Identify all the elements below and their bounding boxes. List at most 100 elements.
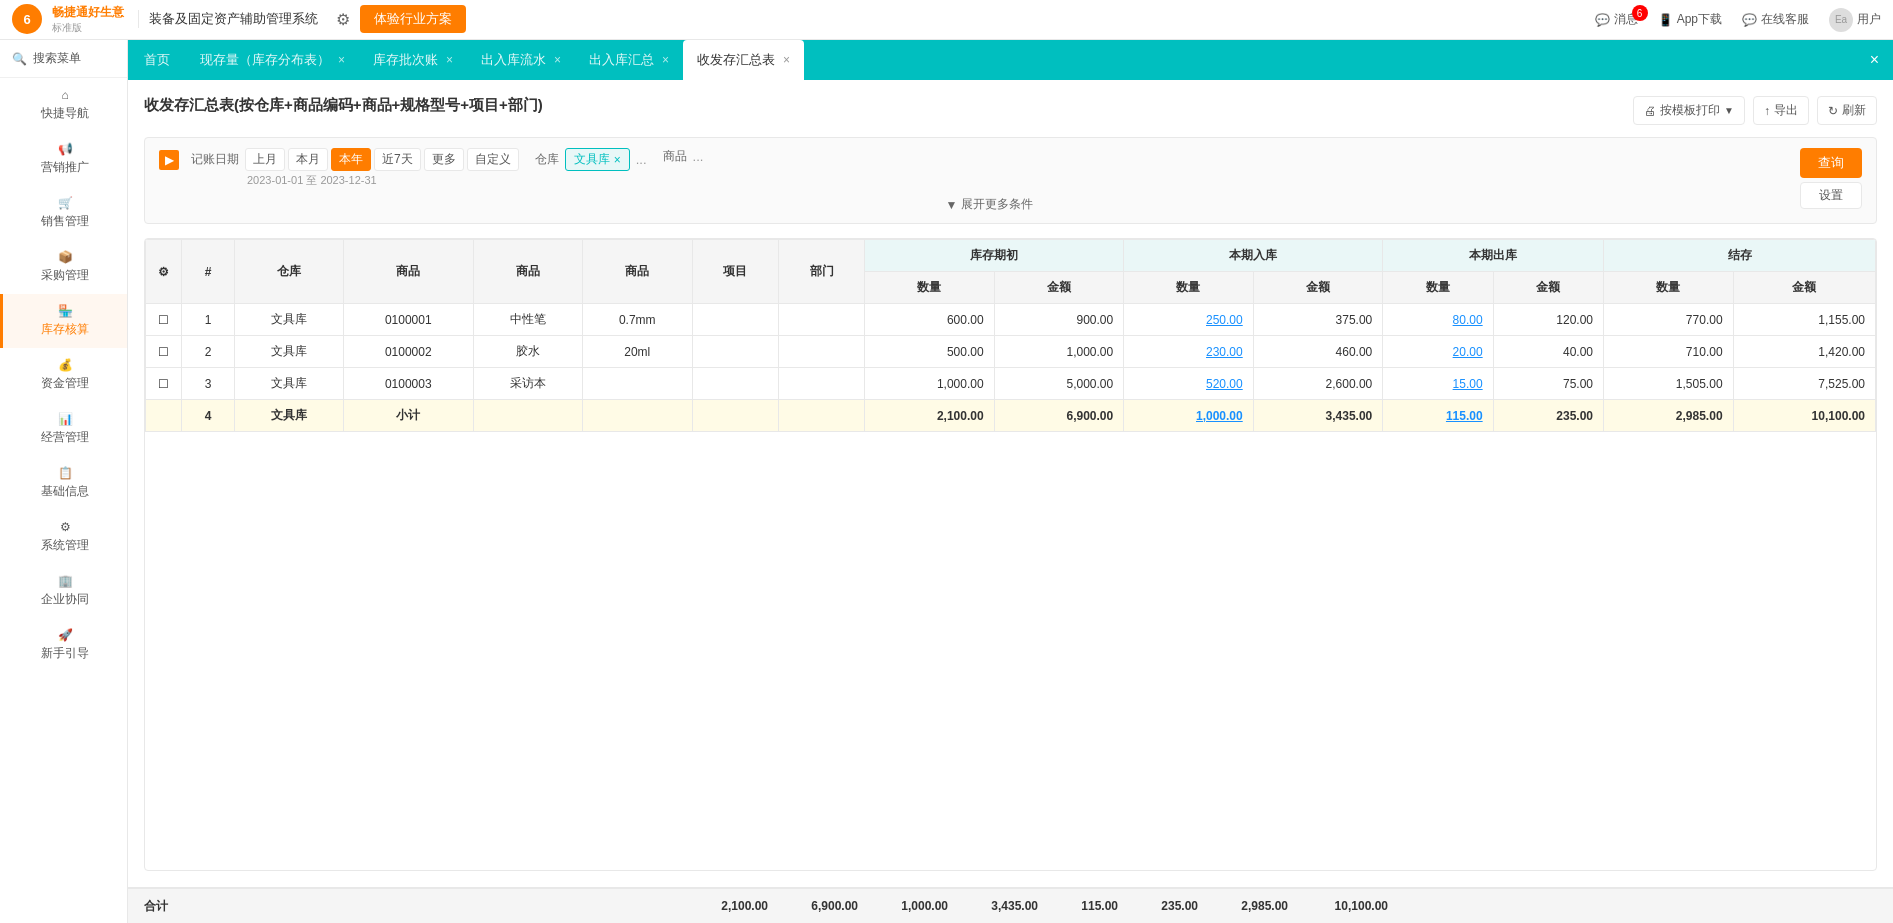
row1-dept — [779, 304, 865, 336]
sidebar-item-enterprise[interactable]: 🏢 企业协同 — [0, 564, 127, 618]
sidebar-item-finance[interactable]: 💰 资金管理 — [0, 348, 127, 402]
date-btn-last-month[interactable]: 上月 — [245, 148, 285, 171]
subtotal-out-amt: 235.00 — [1493, 400, 1603, 432]
table-row: ☐ 3 文具库 0100003 采访本 1,000.00 5,000.00 52… — [146, 368, 1876, 400]
col-settings[interactable]: ⚙ — [146, 240, 182, 304]
tab-receive-send-close[interactable]: × — [783, 53, 790, 67]
sidebar-item-sales[interactable]: 🛒 销售管理 — [0, 186, 127, 240]
row3-opening-amt: 5,000.00 — [994, 368, 1124, 400]
date-btn-this-year[interactable]: 本年 — [331, 148, 371, 171]
date-btn-this-month[interactable]: 本月 — [288, 148, 328, 171]
subtotal-empty1 — [473, 400, 582, 432]
print-button[interactable]: 🖨 按模板打印 ▼ — [1633, 96, 1745, 125]
trial-button[interactable]: 体验行业方案 — [360, 5, 466, 33]
sidebar-item-basic[interactable]: 📋 基础信息 — [0, 456, 127, 510]
row2-dept — [779, 336, 865, 368]
tab-stock-dist[interactable]: 现存量（库存分布表） × — [186, 40, 359, 80]
row3-in-qty[interactable]: 520.00 — [1124, 368, 1254, 400]
sidebar-item-quick-nav[interactable]: ⌂ 快捷导航 — [0, 78, 127, 132]
col-product-code: 商品 — [343, 240, 473, 304]
subtotal-label: 小计 — [343, 400, 473, 432]
row1-out-qty[interactable]: 80.00 — [1383, 304, 1493, 336]
row1-code: 0100001 — [343, 304, 473, 336]
tab-receive-send[interactable]: 收发存汇总表 × — [683, 40, 804, 80]
warehouse-tag[interactable]: 文具库 × — [565, 148, 630, 171]
tab-batch-ledger[interactable]: 库存批次账 × — [359, 40, 467, 80]
tab-inout-summary-close[interactable]: × — [662, 53, 669, 67]
warehouse-tag-close[interactable]: × — [614, 153, 621, 167]
col-product-spec: 商品 — [582, 240, 692, 304]
tab-batch-close[interactable]: × — [446, 53, 453, 67]
tab-inout-flow-close[interactable]: × — [554, 53, 561, 67]
tab-bar-close-icon[interactable]: × — [1870, 51, 1893, 69]
refresh-button[interactable]: ↻ 刷新 — [1817, 96, 1877, 125]
business-icon: 📊 — [58, 412, 73, 426]
filter-expand-arrow[interactable]: ▶ — [159, 150, 179, 170]
message-btn[interactable]: 💬 消息 6 — [1595, 11, 1638, 28]
date-btn-custom[interactable]: 自定义 — [467, 148, 519, 171]
quick-nav-icon: ⌂ — [61, 88, 68, 102]
settings-filter-button[interactable]: 设置 — [1800, 182, 1862, 209]
row1-opening-amt: 900.00 — [994, 304, 1124, 336]
row2-in-qty[interactable]: 230.00 — [1124, 336, 1254, 368]
row2-check[interactable]: ☐ — [146, 336, 182, 368]
subtotal-in-qty[interactable]: 1,000.00 — [1124, 400, 1254, 432]
col-group-closing: 结存 — [1604, 240, 1876, 272]
query-button[interactable]: 查询 — [1800, 148, 1862, 178]
sidebar-item-purchase[interactable]: 📦 采购管理 — [0, 240, 127, 294]
sidebar-item-newbie[interactable]: 🚀 新手引导 — [0, 618, 127, 672]
row3-no: 3 — [182, 368, 235, 400]
col-project: 项目 — [692, 240, 778, 304]
row3-out-qty[interactable]: 15.00 — [1383, 368, 1493, 400]
col-group-in: 本期入库 — [1124, 240, 1383, 272]
col-opening-amt: 金额 — [994, 272, 1124, 304]
sidebar-item-marketing[interactable]: 📢 营销推广 — [0, 132, 127, 186]
row2-out-qty[interactable]: 20.00 — [1383, 336, 1493, 368]
row1-opening-qty: 600.00 — [865, 304, 995, 336]
row2-no: 2 — [182, 336, 235, 368]
row3-in-amt: 2,600.00 — [1253, 368, 1383, 400]
export-button[interactable]: ↑ 导出 — [1753, 96, 1809, 125]
total-in-amt: 3,435.00 — [958, 899, 1038, 913]
sidebar-item-inventory[interactable]: 🏪 库存核算 — [0, 294, 127, 348]
tab-home[interactable]: 首页 — [128, 40, 186, 80]
total-spacer — [188, 899, 688, 913]
date-btn-more[interactable]: 更多 — [424, 148, 464, 171]
inventory-icon: 🏪 — [58, 304, 73, 318]
logo-text: 畅捷通好生意 标准版 — [52, 4, 124, 35]
top-header: 6 畅捷通好生意 标准版 装备及固定资产辅助管理系统 ⚙ 体验行业方案 💬 消息… — [0, 0, 1893, 40]
online-service-btn[interactable]: 💬 在线客服 — [1742, 11, 1809, 28]
settings-gear-icon[interactable]: ⚙ — [336, 10, 350, 29]
app-download-btn[interactable]: 📱 App下载 — [1658, 11, 1722, 28]
row2-project — [692, 336, 778, 368]
subtotal-closing-amt: 10,100.00 — [1733, 400, 1875, 432]
sidebar-item-system[interactable]: ⚙ 系统管理 — [0, 510, 127, 564]
user-area[interactable]: Ea 用户 — [1829, 8, 1881, 32]
product-dots[interactable]: ... — [693, 149, 704, 164]
row3-opening-qty: 1,000.00 — [865, 368, 995, 400]
date-btn-7days[interactable]: 近7天 — [374, 148, 421, 171]
row1-check[interactable]: ☐ — [146, 304, 182, 336]
sidebar-search[interactable]: 🔍 搜索菜单 — [0, 40, 127, 78]
row3-check[interactable]: ☐ — [146, 368, 182, 400]
marketing-icon: 📢 — [58, 142, 73, 156]
row1-in-qty[interactable]: 250.00 — [1124, 304, 1254, 336]
tab-inout-flow[interactable]: 出入库流水 × — [467, 40, 575, 80]
row3-project — [692, 368, 778, 400]
search-icon: 🔍 — [12, 52, 27, 66]
col-department: 部门 — [779, 240, 865, 304]
row1-out-amt: 120.00 — [1493, 304, 1603, 336]
row2-out-amt: 40.00 — [1493, 336, 1603, 368]
sidebar-item-business[interactable]: 📊 经营管理 — [0, 402, 127, 456]
chevron-down-icon: ▼ — [1724, 105, 1734, 116]
table-row: ☐ 1 文具库 0100001 中性笔 0.7mm 600.00 900.00 … — [146, 304, 1876, 336]
warehouse-dots[interactable]: ... — [636, 152, 647, 167]
expand-more-btn[interactable]: ▼ 展开更多条件 — [946, 196, 1034, 213]
row2-closing-amt: 1,420.00 — [1733, 336, 1875, 368]
tab-inout-summary[interactable]: 出入库汇总 × — [575, 40, 683, 80]
subtotal-out-qty[interactable]: 115.00 — [1383, 400, 1493, 432]
refresh-icon: ↻ — [1828, 104, 1838, 118]
page-title: 收发存汇总表(按仓库+商品编码+商品+规格型号+项目+部门) — [144, 96, 543, 115]
col-in-qty: 数量 — [1124, 272, 1254, 304]
tab-stock-dist-close[interactable]: × — [338, 53, 345, 67]
